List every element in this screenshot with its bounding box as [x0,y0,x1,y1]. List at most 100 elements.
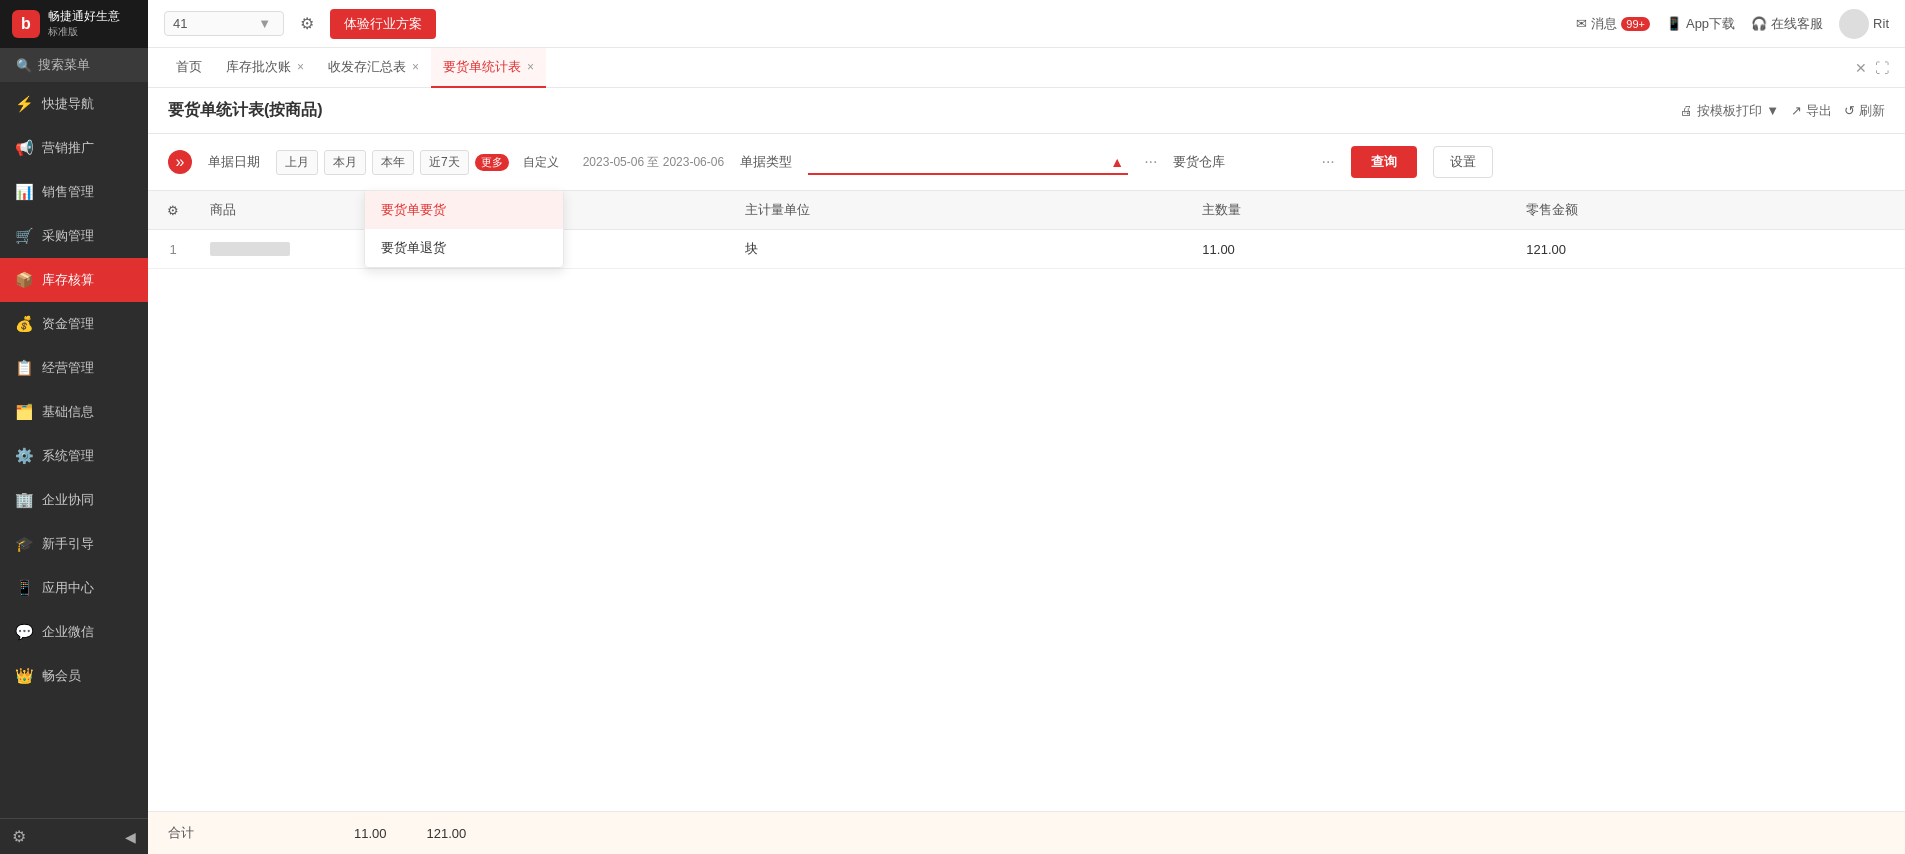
search-menu[interactable]: 🔍 搜索菜单 [0,48,148,82]
messages-button[interactable]: ✉ 消息 99+ [1576,15,1650,33]
filter-expand-button[interactable]: » [168,150,192,174]
enterprise-icon: 🏢 [14,490,34,510]
last-7-days-button[interactable]: 近7天 [420,150,469,175]
user-profile[interactable]: Rit [1839,9,1889,39]
tabs-actions: ✕ ⛶ [1855,60,1889,76]
avatar [1839,9,1869,39]
refresh-button[interactable]: ↺ 刷新 [1844,102,1885,120]
tab-expand-icon[interactable]: ⛶ [1875,60,1889,76]
page-title: 要货单统计表(按商品) [168,100,323,121]
tab-close-icon[interactable]: × [527,60,534,74]
app-download-button[interactable]: 📱 App下载 [1666,15,1735,33]
tab-batch-account[interactable]: 库存批次账 × [214,48,316,88]
dropdown-item-order-purchase[interactable]: 要货单要货 [365,191,563,229]
tab-close-icon[interactable]: × [412,60,419,74]
template-print-button[interactable]: 🖨 按模板打印 ▼ [1680,102,1779,120]
query-button[interactable]: 查询 [1351,146,1417,178]
sidebar-item-label: 采购管理 [42,227,94,245]
member-icon: 👑 [14,666,34,686]
tab-label: 要货单统计表 [443,58,521,76]
sidebar-item-member[interactable]: 👑 畅会员 [0,654,148,698]
sidebar: b 畅捷通好生意 标准版 🔍 搜索菜单 ⚡ 快捷导航 📢 营销推广 📊 销售管理… [0,0,148,854]
sidebar-item-finance[interactable]: 💰 资金管理 [0,302,148,346]
sidebar-item-basic[interactable]: 🗂️ 基础信息 [0,390,148,434]
online-service-button[interactable]: 🎧 在线客服 [1751,15,1823,33]
sidebar-item-label: 畅会员 [42,667,81,685]
column-settings-icon[interactable]: ⚙ [167,203,179,218]
custom-date-button[interactable]: 自定义 [515,151,567,174]
qty-column-header: 主数量 [1190,191,1514,230]
sidebar-item-label: 库存核算 [42,271,94,289]
sidebar-item-guide[interactable]: 🎓 新手引导 [0,522,148,566]
this-month-button[interactable]: 本月 [324,150,366,175]
sidebar-item-system[interactable]: ⚙️ 系统管理 [0,434,148,478]
type-filter-input: ▲ [808,150,1128,175]
settings-column-header[interactable]: ⚙ [148,191,198,230]
date-filter-label: 单据日期 [208,153,260,171]
app-logo: b 畅捷通好生意 标准版 [0,0,148,48]
sidebar-item-inventory[interactable]: 📦 库存核算 [0,258,148,302]
sidebar-item-sales[interactable]: 📊 销售管理 [0,170,148,214]
logo-icon: b [12,10,40,38]
settings-icon[interactable]: ⚙ [12,827,26,846]
topbar-gear-button[interactable]: ⚙ [292,9,322,39]
sidebar-item-label: 基础信息 [42,403,94,421]
search-icon: 🔍 [16,58,32,73]
last-month-button[interactable]: 上月 [276,150,318,175]
type-dropdown-menu: 要货单要货 要货单退货 [364,190,564,268]
topbar-right: ✉ 消息 99+ 📱 App下载 🎧 在线客服 Rit [1576,9,1889,39]
date-range-display: 2023-05-06 至 2023-06-06 [583,154,724,171]
type-filter-label: 单据类型 [740,153,792,171]
online-service-label: 在线客服 [1771,15,1823,33]
this-year-button[interactable]: 本年 [372,150,414,175]
chevron-down-icon: ▼ [1766,103,1779,118]
tabs-bar: 首页 库存批次账 × 收发存汇总表 × 要货单统计表 × ✕ ⛶ [148,48,1905,88]
app-download-label: App下载 [1686,15,1735,33]
sidebar-item-quick-nav[interactable]: ⚡ 快捷导航 [0,82,148,126]
tab-close-all-icon[interactable]: ✕ [1855,60,1867,76]
search-menu-label: 搜索菜单 [38,56,90,74]
date-more-badge[interactable]: 更多 [475,154,509,171]
dropdown-item-order-return[interactable]: 要货单退货 [365,229,563,267]
main-area: 41 ▼ ⚙ 体验行业方案 ✉ 消息 99+ 📱 App下载 🎧 在线客服 R [148,0,1905,854]
store-selector[interactable]: 41 ▼ [164,11,284,36]
user-name: Rit [1873,16,1889,31]
topbar-left: 41 ▼ ⚙ 体验行业方案 [164,9,436,39]
unit-column-header: 主计量单位 [733,191,1191,230]
export-button[interactable]: ↗ 导出 [1791,102,1832,120]
sidebar-item-app-center[interactable]: 📱 应用中心 [0,566,148,610]
sidebar-item-label: 资金管理 [42,315,94,333]
sales-icon: 📊 [14,182,34,202]
sidebar-item-marketing[interactable]: 📢 营销推广 [0,126,148,170]
footer-amount-value: 121.00 [427,826,467,841]
tab-home[interactable]: 首页 [164,48,214,88]
service-icon: 🎧 [1751,16,1767,31]
sidebar-item-label: 快捷导航 [42,95,94,113]
sidebar-item-label: 经营管理 [42,359,94,377]
sidebar-nav: ⚡ 快捷导航 📢 营销推广 📊 销售管理 🛒 采购管理 📦 库存核算 💰 资金管… [0,82,148,818]
wechat-icon: 💬 [14,622,34,642]
tab-order-stats[interactable]: 要货单统计表 × [431,48,546,88]
store-name: 41 [173,16,187,31]
type-input-field[interactable] [808,150,1128,175]
page-header: 要货单统计表(按商品) 🖨 按模板打印 ▼ ↗ 导出 ↺ 刷新 [148,88,1905,134]
type-dropdown-icon[interactable]: ▲ [1110,154,1124,170]
trial-button[interactable]: 体验行业方案 [330,9,436,39]
sidebar-item-wechat[interactable]: 💬 企业微信 [0,610,148,654]
table-footer: 合计 11.00 121.00 [148,811,1905,854]
filter-settings-button[interactable]: 设置 [1433,146,1493,178]
type-filter-more[interactable]: ··· [1144,153,1157,171]
marketing-icon: 📢 [14,138,34,158]
tab-close-icon[interactable]: × [297,60,304,74]
app-version: 标准版 [48,25,120,39]
amount-column-header: 零售金额 [1514,191,1905,230]
sidebar-item-operation[interactable]: 📋 经营管理 [0,346,148,390]
collapse-button[interactable]: ◀ [125,829,136,845]
app-name: 畅捷通好生意 [48,9,120,25]
sidebar-item-purchase[interactable]: 🛒 采购管理 [0,214,148,258]
tab-receive-summary[interactable]: 收发存汇总表 × [316,48,431,88]
export-icon: ↗ [1791,103,1802,118]
warehouse-filter-more[interactable]: ··· [1321,153,1334,171]
sidebar-item-enterprise[interactable]: 🏢 企业协同 [0,478,148,522]
refresh-icon: ↺ [1844,103,1855,118]
